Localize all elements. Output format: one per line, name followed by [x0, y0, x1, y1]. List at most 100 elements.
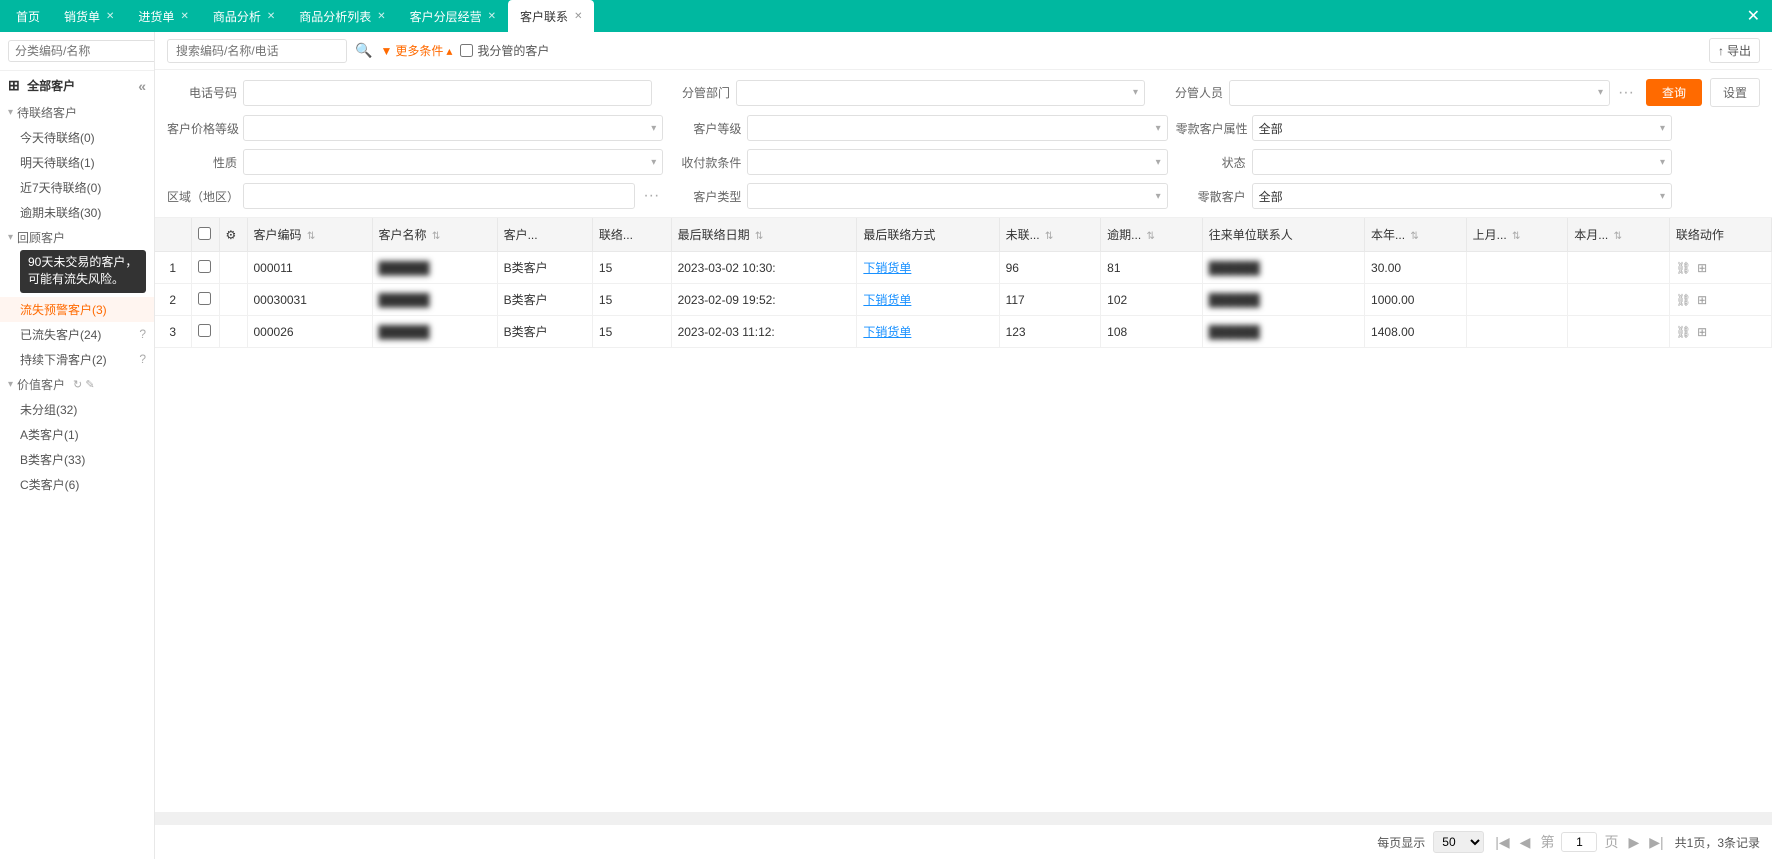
my-customers-checkbox[interactable]: [460, 44, 473, 57]
region-dots[interactable]: ···: [639, 187, 663, 205]
sidebar-item-churn-warning[interactable]: 流失预警客户(3): [0, 297, 154, 322]
window-close-button[interactable]: ✕: [1739, 6, 1768, 26]
tab-analysis[interactable]: 商品分析 ✕: [201, 0, 287, 32]
row-unit-contact-3: ██████: [1202, 316, 1364, 348]
tab-sales[interactable]: 销货单 ✕: [52, 0, 126, 32]
sidebar-all-customers[interactable]: ⊞ 全部客户 «: [0, 71, 154, 100]
col-action-header: 联络动作: [1669, 218, 1771, 252]
row-overdue-2: 102: [1101, 284, 1203, 316]
sidebar-item-today[interactable]: 今天待联络(0): [0, 125, 154, 150]
action-more-icon-2[interactable]: ⊞: [1697, 293, 1707, 307]
query-button[interactable]: 查询: [1646, 79, 1702, 106]
customer-type-select[interactable]: ▾: [747, 183, 1167, 209]
tab-close-customer-contact[interactable]: ✕: [574, 11, 582, 22]
price-level-select[interactable]: ▾: [243, 115, 663, 141]
filter-icon: ▼: [380, 44, 392, 58]
sidebar-item-ungrouped[interactable]: 未分组(32): [0, 397, 154, 422]
export-button[interactable]: ↑ 导出: [1709, 38, 1760, 63]
sidebar-group-value[interactable]: ▾ 价值客户 ↻ ✎: [0, 372, 154, 397]
status-select[interactable]: ▾: [1252, 149, 1672, 175]
value-icons: ↻ ✎: [73, 378, 95, 391]
per-page-select[interactable]: 50 20 100: [1433, 831, 1484, 853]
col-name-header[interactable]: 客户名称 ⇅: [372, 218, 497, 252]
sidebar-item-declining[interactable]: 持续下滑客户(2) ?: [0, 347, 154, 372]
tab-close-analysis[interactable]: ✕: [267, 11, 275, 22]
row-checkbox-1[interactable]: [198, 260, 211, 273]
region-select[interactable]: [243, 183, 635, 209]
tab-customer-contact[interactable]: 客户联系 ✕: [508, 0, 594, 32]
manager-dots[interactable]: ···: [1614, 84, 1638, 102]
sidebar-item-tomorrow[interactable]: 明天待联络(1): [0, 150, 154, 175]
row-last-method-2[interactable]: 下销货单: [857, 284, 999, 316]
content-area: 🔍 ▼ 更多条件 ▴ 我分管的客户 ↑ 导出 电话号码: [155, 32, 1772, 859]
tab-close-purchase[interactable]: ✕: [180, 11, 188, 22]
sort-icon-name: ⇅: [432, 231, 440, 242]
search-input[interactable]: [167, 39, 347, 63]
customer-level-select[interactable]: ▾: [747, 115, 1167, 141]
sidebar-collapse-icon[interactable]: «: [138, 78, 146, 94]
row-last-month-2: [1466, 284, 1568, 316]
sidebar-item-a-class[interactable]: A类客户(1): [0, 422, 154, 447]
select-all-checkbox[interactable]: [198, 227, 211, 240]
row-unit-contact-1: ██████: [1202, 252, 1364, 284]
col-contact-header: 联络...: [592, 218, 671, 252]
col-settings[interactable]: ⚙: [219, 218, 247, 252]
more-conditions-toggle[interactable]: ▼ 更多条件 ▴: [380, 42, 452, 59]
dept-field: 分管部门 ▾: [660, 80, 1145, 106]
sidebar-group-review[interactable]: ▾ 回顾客户: [0, 225, 154, 250]
page-last-button[interactable]: ▶|: [1646, 833, 1666, 852]
col-this-year-header[interactable]: 本年... ⇅: [1365, 218, 1467, 252]
my-customers-filter[interactable]: 我分管的客户: [460, 42, 549, 59]
tab-purchase[interactable]: 进货单 ✕: [126, 0, 200, 32]
page-first-button[interactable]: |◀: [1492, 833, 1512, 852]
col-last-date-header[interactable]: 最后联络日期 ⇅: [671, 218, 857, 252]
table-row: 1 000011 ██████ B类客户 15 2023-03-02 10:30…: [155, 252, 1772, 284]
col-uncontact-header[interactable]: 未联... ⇅: [999, 218, 1101, 252]
sidebar-item-7days[interactable]: 近7天待联络(0): [0, 175, 154, 200]
tab-customer-tier[interactable]: 客户分层经营 ✕: [398, 0, 508, 32]
horizontal-scrollbar[interactable]: [155, 812, 1772, 824]
zero-attr-select[interactable]: 全部 ▾: [1252, 115, 1672, 141]
action-more-icon-1[interactable]: ⊞: [1697, 261, 1707, 275]
search-button[interactable]: 🔍: [355, 42, 372, 59]
row-last-method-3[interactable]: 下销货单: [857, 316, 999, 348]
page-number-input[interactable]: [1561, 832, 1597, 852]
tab-home[interactable]: 首页: [4, 0, 52, 32]
row-num-1: 1: [155, 252, 191, 284]
row-type-2: B类客户: [497, 284, 592, 316]
action-link-icon-2[interactable]: ⛓: [1676, 293, 1691, 307]
customer-level-chevron: ▾: [1156, 123, 1161, 134]
tab-analysis-list[interactable]: 商品分析列表 ✕: [287, 0, 397, 32]
sidebar-item-b-class[interactable]: B类客户(33): [0, 447, 154, 472]
settings-button[interactable]: 设置: [1710, 78, 1760, 107]
col-last-month-header[interactable]: 上月... ⇅: [1466, 218, 1568, 252]
tab-close-customer-tier[interactable]: ✕: [488, 11, 496, 22]
gender-select[interactable]: ▾: [243, 149, 663, 175]
zero-customer-select[interactable]: 全部 ▾: [1252, 183, 1672, 209]
row-num-2: 2: [155, 284, 191, 316]
col-this-month-header[interactable]: 本月... ⇅: [1568, 218, 1670, 252]
row-checkbox-3[interactable]: [198, 324, 211, 337]
action-more-icon-3[interactable]: ⊞: [1697, 325, 1707, 339]
sidebar-item-churned[interactable]: 已流失客户(24) ?: [0, 322, 154, 347]
col-code-header[interactable]: 客户编码 ⇅: [247, 218, 372, 252]
page-prev-button[interactable]: ◀: [1517, 833, 1534, 852]
row-last-method-1[interactable]: 下销货单: [857, 252, 999, 284]
sidebar-item-overdue[interactable]: 逾期未联络(30): [0, 200, 154, 225]
page-next-button[interactable]: ▶: [1625, 833, 1642, 852]
action-link-icon-3[interactable]: ⛓: [1676, 325, 1691, 339]
page-label: 第: [1537, 831, 1557, 853]
col-overdue-header[interactable]: 逾期... ⇅: [1101, 218, 1203, 252]
dept-select[interactable]: ▾: [736, 80, 1145, 106]
action-link-icon-1[interactable]: ⛓: [1676, 261, 1691, 275]
manager-select[interactable]: ▾: [1229, 80, 1610, 106]
sidebar-search-input[interactable]: [8, 40, 155, 62]
row-checkbox-2[interactable]: [198, 292, 211, 305]
payment-select[interactable]: ▾: [747, 149, 1167, 175]
sidebar-item-c-class[interactable]: C类客户(6): [0, 472, 154, 497]
sidebar-group-pending[interactable]: ▾ 待联络客户: [0, 100, 154, 125]
tab-close-analysis-list[interactable]: ✕: [377, 11, 385, 22]
action-icons-3: ⛓ ⊞: [1676, 325, 1765, 339]
phone-input[interactable]: [243, 80, 652, 106]
tab-close-sales[interactable]: ✕: [106, 11, 114, 22]
